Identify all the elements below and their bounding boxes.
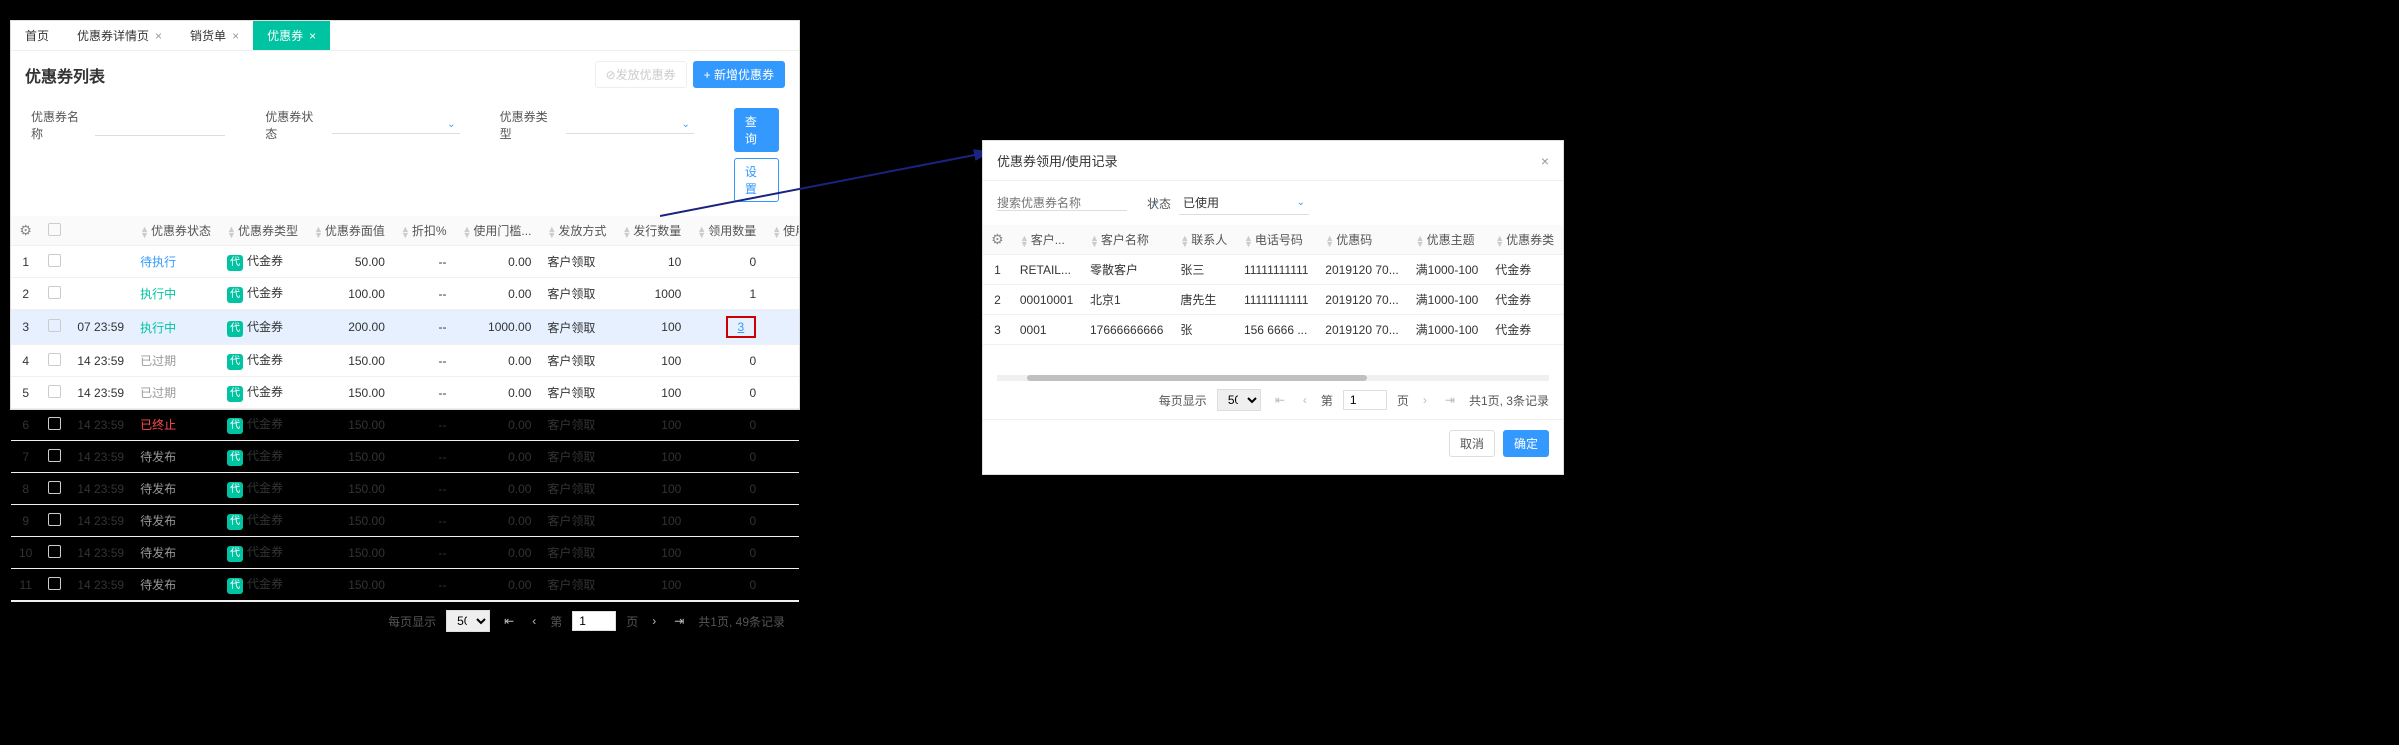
modal-status-select[interactable]: 已使用⌄ — [1179, 191, 1309, 215]
usage-record-modal: 优惠券领用/使用记录 × ⌕ 状态 已使用⌄ ⚙ ▲▼客户... ▲▼客户名称 … — [982, 140, 1564, 475]
next-page-icon[interactable]: › — [1419, 393, 1431, 407]
row-checkbox[interactable] — [48, 449, 61, 462]
tab-sales-order[interactable]: 销货单× — [176, 21, 253, 50]
table-row[interactable]: 3 07 23:59 执行中 代代金券 200.00 -- 1000.00 客户… — [11, 310, 799, 345]
chevron-down-icon: ⌄ — [447, 119, 455, 130]
prev-page-icon[interactable]: ‹ — [528, 614, 540, 628]
first-page-icon[interactable]: ⇤ — [500, 614, 518, 628]
table-row[interactable]: 200010001北京1唐先生111111111112019120 70...满… — [983, 285, 1563, 315]
close-icon[interactable]: × — [155, 29, 162, 43]
pagination: 每页显示 50 ⇤ ‹ 第 页 › ⇥ 共1页, 49条记录 — [11, 601, 799, 640]
query-button[interactable]: 查询 — [734, 108, 779, 152]
close-icon[interactable]: × — [309, 29, 316, 43]
add-coupon-button[interactable]: + 新增优惠券 — [693, 61, 785, 88]
table-row[interactable]: 6 14 23:59 已终止 代代金券 150.00 -- 0.00 客户领取 … — [11, 409, 799, 441]
search-box[interactable]: ⌕ — [997, 195, 1127, 211]
chevron-down-icon: ⌄ — [681, 119, 689, 130]
page-title: 优惠券列表 — [25, 63, 105, 87]
page-size-select[interactable]: 50 — [446, 610, 490, 632]
table-row[interactable]: 4 14 23:59 已过期 代代金券 150.00 -- 0.00 客户领取 … — [11, 345, 799, 377]
table-row[interactable]: 9 14 23:59 待发布 代代金券 150.00 -- 0.00 客户领取 … — [11, 505, 799, 537]
filter-name-label: 优惠券名称 — [31, 108, 87, 142]
distribute-button[interactable]: ⊘ 发放优惠券 — [595, 61, 687, 88]
cancel-button[interactable]: 取消 — [1449, 430, 1495, 457]
table-row[interactable]: 2 执行中 代代金券 100.00 -- 0.00 客户领取 1000 1 0 … — [11, 278, 799, 310]
tab-coupon-detail[interactable]: 优惠券详情页× — [63, 21, 176, 50]
main-window: 首页 优惠券详情页× 销货单× 优惠券× 优惠券列表 ⊘ 发放优惠券 + 新增优… — [10, 20, 800, 410]
table-row[interactable]: 10 14 23:59 待发布 代代金券 150.00 -- 0.00 客户领取… — [11, 537, 799, 569]
row-checkbox[interactable] — [48, 385, 61, 398]
last-page-icon[interactable]: ⇥ — [670, 614, 688, 628]
page-input[interactable] — [1343, 390, 1387, 410]
table-row[interactable]: 7 14 23:59 待发布 代代金券 150.00 -- 0.00 客户领取 … — [11, 441, 799, 473]
row-checkbox[interactable] — [48, 577, 61, 590]
horizontal-scrollbar[interactable] — [997, 375, 1549, 381]
close-icon[interactable]: × — [1541, 153, 1549, 169]
filter-type-select[interactable]: ⌄ — [566, 116, 694, 134]
row-checkbox[interactable] — [48, 286, 61, 299]
row-checkbox[interactable] — [48, 353, 61, 366]
table-row[interactable]: 5 14 23:59 已过期 代代金券 150.00 -- 0.00 客户领取 … — [11, 377, 799, 409]
table-row[interactable]: 8 14 23:59 待发布 代代金券 150.00 -- 0.00 客户领取 … — [11, 473, 799, 505]
page-input[interactable] — [572, 611, 616, 631]
table-row[interactable]: 1 待执行 代代金券 50.00 -- 0.00 客户领取 10 0 0 ↗⊞ — [11, 246, 799, 278]
page-size-select[interactable]: 50 — [1217, 389, 1261, 411]
tab-home[interactable]: 首页 — [11, 21, 63, 50]
row-checkbox[interactable] — [48, 254, 61, 267]
modal-title: 优惠券领用/使用记录 — [997, 151, 1118, 170]
page-header: 优惠券列表 ⊘ 发放优惠券 + 新增优惠券 — [11, 51, 799, 98]
chevron-down-icon: ⌄ — [1297, 197, 1305, 208]
gear-icon[interactable]: ⚙ — [19, 222, 32, 238]
next-page-icon[interactable]: › — [648, 614, 660, 628]
gear-icon[interactable]: ⚙ — [991, 231, 1004, 247]
filter-bar: 优惠券名称 优惠券状态 ⌄ 优惠券类型 ⌄ 查询 设置 — [11, 98, 799, 216]
table-row[interactable]: 3000117666666666张156 6666 ...2019120 70.… — [983, 315, 1563, 345]
row-checkbox[interactable] — [48, 319, 61, 332]
first-page-icon[interactable]: ⇤ — [1271, 393, 1289, 407]
search-input[interactable] — [997, 196, 1152, 210]
pagination-summary: 共1页, 3条记录 — [1469, 392, 1549, 409]
row-checkbox[interactable] — [48, 513, 61, 526]
filter-status-label: 优惠券状态 — [265, 108, 324, 142]
confirm-button[interactable]: 确定 — [1503, 430, 1549, 457]
table-row[interactable]: 11 14 23:59 待发布 代代金券 150.00 -- 0.00 客户领取… — [11, 569, 799, 601]
prev-page-icon[interactable]: ‹ — [1299, 393, 1311, 407]
tab-coupon[interactable]: 优惠券× — [253, 21, 330, 50]
filter-status-select[interactable]: ⌄ — [332, 116, 460, 134]
filter-name-input[interactable] — [95, 115, 225, 136]
select-all-checkbox[interactable] — [48, 223, 61, 236]
last-page-icon[interactable]: ⇥ — [1441, 393, 1459, 407]
pagination-summary: 共1页, 49条记录 — [698, 613, 785, 630]
row-checkbox[interactable] — [48, 417, 61, 430]
table-row[interactable]: 1RETAIL...零散客户张三111111111112019120 70...… — [983, 255, 1563, 285]
filter-type-label: 优惠券类型 — [500, 108, 559, 142]
settings-button[interactable]: 设置 — [734, 158, 779, 202]
tab-bar: 首页 优惠券详情页× 销货单× 优惠券× — [11, 21, 799, 51]
row-checkbox[interactable] — [48, 545, 61, 558]
claim-count-link[interactable]: 3 — [726, 316, 757, 338]
close-icon[interactable]: × — [232, 29, 239, 43]
row-checkbox[interactable] — [48, 481, 61, 494]
coupon-table: ⚙ ▲▼优惠券状态 ▲▼优惠券类型 ▲▼优惠券面值 ▲▼折扣% ▲▼使用门槛..… — [11, 216, 799, 601]
